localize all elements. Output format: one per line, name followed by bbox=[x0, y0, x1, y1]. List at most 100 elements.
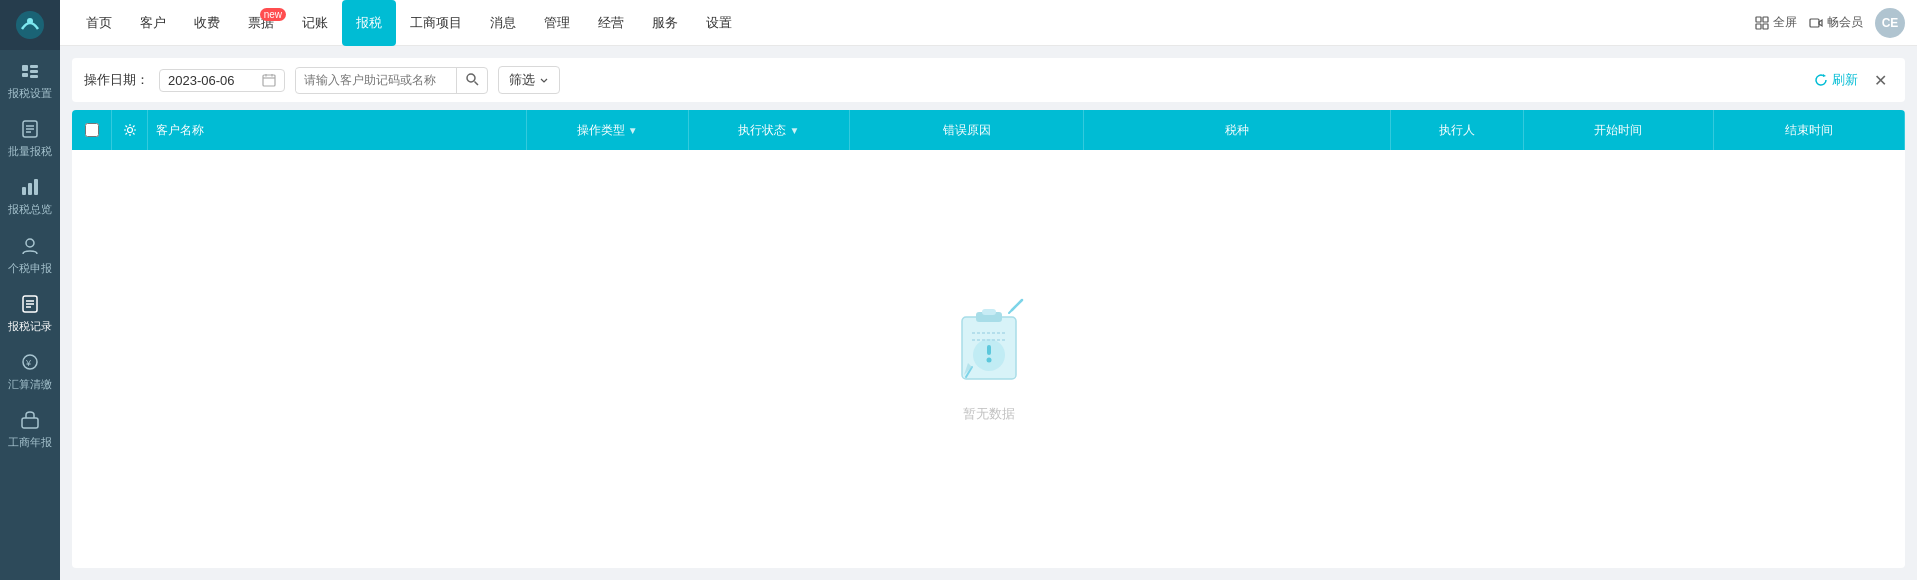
th-op-type[interactable]: 操作类型 ▼ bbox=[527, 110, 689, 150]
sidebar-item-baoshuizonglan[interactable]: 报税总览 bbox=[0, 166, 60, 224]
refresh-button[interactable]: 刷新 bbox=[1814, 71, 1858, 89]
sidebar-item-baoshuishezhi-label: 报税设置 bbox=[8, 87, 52, 100]
svg-point-0 bbox=[16, 11, 44, 39]
sidebar-item-piliangbaoshui-label: 批量报税 bbox=[8, 145, 52, 158]
chevron-down-icon bbox=[539, 75, 549, 85]
th-gear[interactable] bbox=[112, 110, 148, 150]
svg-line-34 bbox=[1012, 300, 1022, 310]
svg-rect-22 bbox=[1756, 17, 1761, 22]
svg-rect-11 bbox=[22, 187, 26, 195]
select-all-checkbox[interactable] bbox=[85, 123, 99, 137]
search-input[interactable] bbox=[296, 69, 456, 91]
toolbar: 操作日期： bbox=[72, 58, 1905, 102]
close-button[interactable]: ✕ bbox=[1868, 69, 1893, 92]
top-nav: 首页 客户 收费 票据 new 记账 报税 工商项目 消息 管理 经营 bbox=[60, 0, 1917, 46]
nav-item-baoshui[interactable]: 报税 bbox=[342, 0, 396, 46]
search-icon bbox=[465, 72, 479, 86]
svg-rect-6 bbox=[30, 75, 38, 78]
svg-rect-25 bbox=[1763, 24, 1768, 29]
svg-rect-4 bbox=[30, 65, 38, 68]
filter-button[interactable]: 筛选 bbox=[498, 66, 560, 94]
sidebar: 报税设置 批量报税 报税总览 bbox=[0, 0, 60, 580]
user-avatar[interactable]: CE bbox=[1875, 8, 1905, 38]
personal-tax-icon bbox=[17, 233, 43, 259]
svg-point-41 bbox=[986, 358, 991, 363]
svg-line-32 bbox=[475, 81, 479, 85]
svg-rect-40 bbox=[987, 345, 991, 355]
sidebar-item-huisuanqingsuan[interactable]: ¥ 汇算清缴 bbox=[0, 341, 60, 399]
data-table: 客户名称 操作类型 ▼ 执行状态 ▼ 错误原因 税种 bbox=[72, 110, 1905, 568]
svg-point-14 bbox=[26, 239, 34, 247]
annual-report-icon bbox=[17, 407, 43, 433]
th-tax-type: 税种 bbox=[1084, 110, 1390, 150]
sidebar-item-baoshuishezhi[interactable]: 报税设置 bbox=[0, 50, 60, 108]
table-body: 暂无数据 bbox=[72, 150, 1905, 568]
sidebar-item-huisuanqingsuan-label: 汇算清缴 bbox=[8, 378, 52, 391]
video-icon bbox=[1809, 16, 1823, 30]
member-button[interactable]: 畅会员 bbox=[1809, 14, 1863, 31]
settings-icon bbox=[17, 58, 43, 84]
date-input[interactable] bbox=[168, 73, 258, 88]
sidebar-item-gongshangnianbao[interactable]: 工商年报 bbox=[0, 399, 60, 457]
nav-item-shoufei[interactable]: 收费 bbox=[180, 0, 234, 46]
empty-state: 暂无数据 bbox=[944, 295, 1034, 423]
svg-point-33 bbox=[127, 128, 132, 133]
svg-rect-38 bbox=[982, 309, 996, 315]
sidebar-item-baoshuizonglan-label: 报税总览 bbox=[8, 203, 52, 216]
overview-icon bbox=[17, 174, 43, 200]
svg-rect-23 bbox=[1763, 17, 1768, 22]
svg-point-31 bbox=[467, 74, 475, 82]
op-type-sort-icon: ▼ bbox=[628, 125, 638, 136]
nav-item-shezhi[interactable]: 设置 bbox=[692, 0, 746, 46]
svg-rect-12 bbox=[28, 183, 32, 195]
svg-text:¥: ¥ bbox=[25, 358, 32, 368]
th-error-reason: 错误原因 bbox=[850, 110, 1084, 150]
nav-item-gongshang[interactable]: 工商项目 bbox=[396, 0, 476, 46]
svg-rect-27 bbox=[263, 75, 275, 86]
empty-text: 暂无数据 bbox=[963, 405, 1015, 423]
nav-item-kehu[interactable]: 客户 bbox=[126, 0, 180, 46]
search-button[interactable] bbox=[456, 68, 487, 93]
nav-item-piaoju[interactable]: 票据 new bbox=[234, 0, 288, 46]
batch-tax-icon bbox=[17, 116, 43, 142]
empty-illustration bbox=[944, 295, 1034, 395]
svg-rect-13 bbox=[34, 179, 38, 195]
sidebar-item-baoshuijilu[interactable]: 报税记录 bbox=[0, 283, 60, 341]
gear-icon bbox=[123, 123, 137, 137]
svg-point-1 bbox=[27, 18, 33, 24]
piaoju-badge: new bbox=[260, 8, 286, 21]
calendar-icon bbox=[262, 73, 276, 87]
sidebar-item-piliangbaoshui[interactable]: 批量报税 bbox=[0, 108, 60, 166]
fullscreen-icon bbox=[1755, 16, 1769, 30]
nav-item-jingying[interactable]: 经营 bbox=[584, 0, 638, 46]
th-customer-name: 客户名称 bbox=[148, 110, 527, 150]
nav-item-xiaoxi[interactable]: 消息 bbox=[476, 0, 530, 46]
svg-rect-2 bbox=[22, 65, 28, 71]
nav-item-guanli[interactable]: 管理 bbox=[530, 0, 584, 46]
svg-rect-26 bbox=[1810, 19, 1819, 27]
nav-item-jizhang[interactable]: 记账 bbox=[288, 0, 342, 46]
sidebar-item-gesuishenbao-label: 个税申报 bbox=[8, 262, 52, 275]
date-label: 操作日期： bbox=[84, 71, 149, 89]
svg-rect-3 bbox=[22, 73, 28, 77]
topnav-right: 全屏 畅会员 CE bbox=[1755, 8, 1905, 38]
settlement-icon: ¥ bbox=[17, 349, 43, 375]
table-header: 客户名称 操作类型 ▼ 执行状态 ▼ 错误原因 税种 bbox=[72, 110, 1905, 150]
th-end-time: 结束时间 bbox=[1714, 110, 1905, 150]
th-exec-status[interactable]: 执行状态 ▼ bbox=[689, 110, 851, 150]
svg-rect-5 bbox=[30, 70, 38, 73]
th-executor: 执行人 bbox=[1391, 110, 1524, 150]
nav-item-shouye[interactable]: 首页 bbox=[72, 0, 126, 46]
sidebar-item-gongshangnianbao-label: 工商年报 bbox=[8, 436, 52, 449]
sidebar-logo bbox=[0, 0, 60, 50]
sidebar-item-gesuishenbao[interactable]: 个税申报 bbox=[0, 225, 60, 283]
svg-rect-24 bbox=[1756, 24, 1761, 29]
date-picker[interactable] bbox=[159, 69, 285, 92]
nav-item-fuwu[interactable]: 服务 bbox=[638, 0, 692, 46]
exec-status-sort-icon: ▼ bbox=[789, 125, 799, 136]
refresh-icon bbox=[1814, 73, 1828, 87]
svg-rect-21 bbox=[22, 418, 38, 428]
fullscreen-button[interactable]: 全屏 bbox=[1755, 14, 1797, 31]
svg-line-35 bbox=[1009, 310, 1012, 313]
th-checkbox[interactable] bbox=[72, 110, 112, 150]
